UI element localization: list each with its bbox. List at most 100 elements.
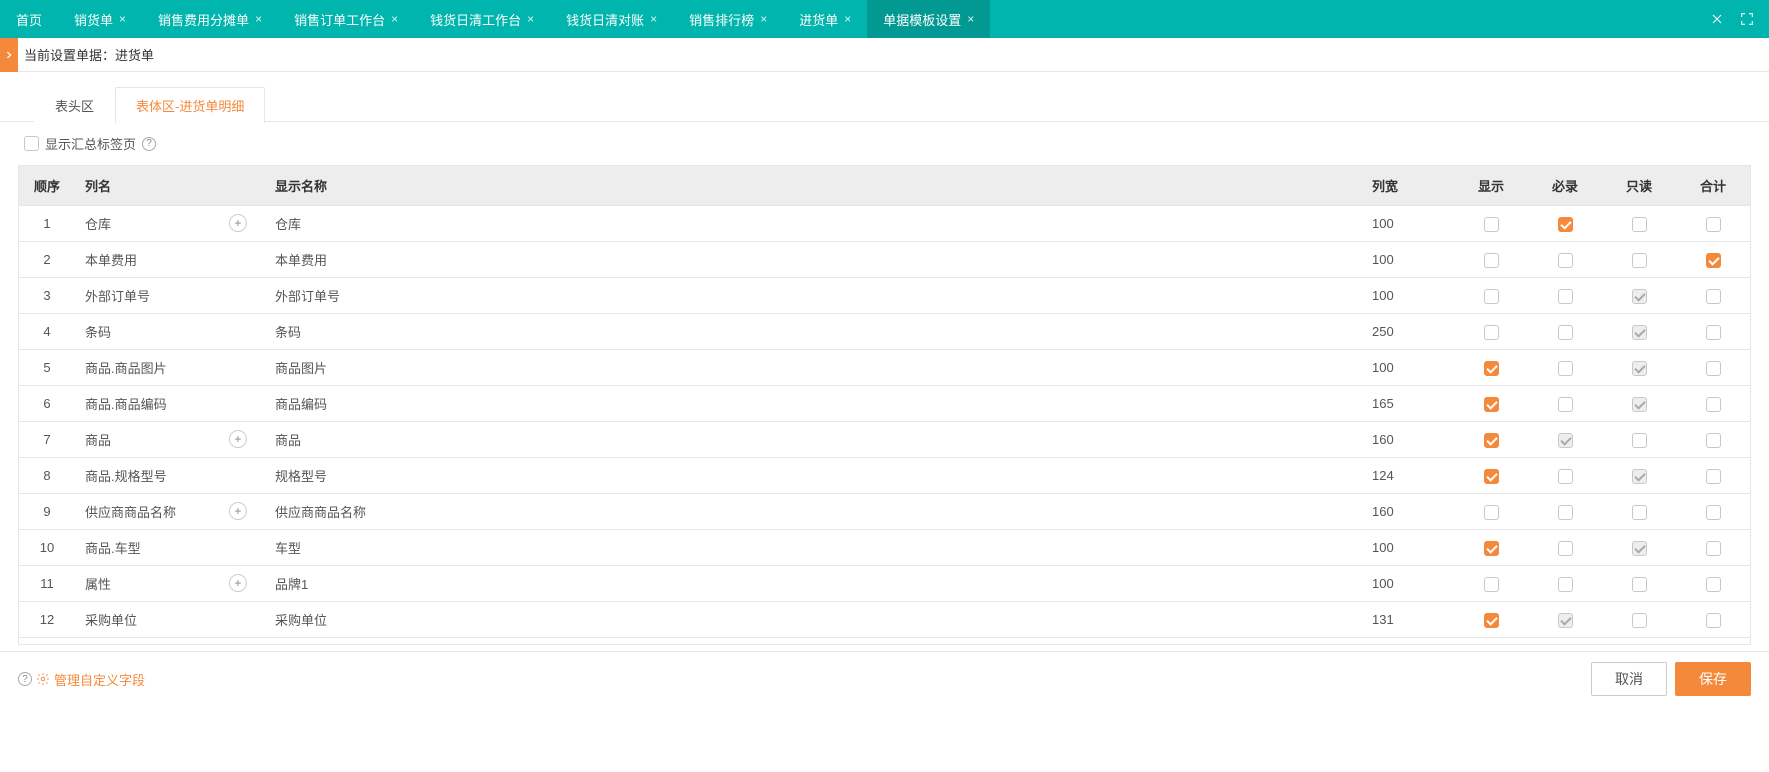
cell-width[interactable]: 100 [1362,350,1454,386]
cell-width[interactable]: 100 [1362,530,1454,566]
checkbox[interactable] [1706,469,1721,484]
checkbox[interactable] [1558,217,1573,232]
checkbox[interactable] [1558,505,1573,520]
show-summary-checkbox[interactable] [24,136,39,151]
footer-help-icon[interactable]: ? [18,672,32,686]
checkbox[interactable] [1484,397,1499,412]
checkbox[interactable] [1484,253,1499,268]
top-tab[interactable]: 钱货日清对账× [550,0,673,38]
cell-display[interactable]: 采购单位 [265,602,1362,638]
checkbox[interactable] [1706,613,1721,628]
table-row[interactable]: 11属性+品牌1100 [19,566,1750,602]
cell-width[interactable]: 131 [1362,602,1454,638]
checkbox[interactable] [1558,253,1573,268]
cell-display[interactable]: 商品编码 [265,386,1362,422]
checkbox[interactable] [1706,541,1721,556]
add-icon[interactable]: + [229,502,247,520]
checkbox[interactable] [1558,361,1573,376]
checkbox[interactable] [1558,469,1573,484]
cell-display[interactable]: 车型 [265,530,1362,566]
close-icon[interactable]: × [119,12,126,26]
top-tab[interactable]: 销售排行榜× [673,0,783,38]
cancel-button[interactable]: 取消 [1591,662,1667,696]
fullscreen-icon[interactable] [1739,11,1755,27]
close-all-tabs-icon[interactable] [1709,11,1725,27]
close-icon[interactable]: × [391,12,398,26]
top-tab[interactable]: 钱货日清工作台× [414,0,550,38]
checkbox[interactable] [1484,577,1499,592]
cell-width[interactable]: 250 [1362,314,1454,350]
inner-tab[interactable]: 表体区-进货单明细 [115,87,265,123]
add-icon[interactable]: + [229,430,247,448]
checkbox[interactable] [1706,217,1721,232]
checkbox[interactable] [1632,613,1647,628]
top-tab[interactable]: 销售费用分摊单× [142,0,278,38]
save-button[interactable]: 保存 [1675,662,1751,696]
checkbox[interactable] [1484,469,1499,484]
checkbox[interactable] [1706,397,1721,412]
table-row[interactable]: 8商品.规格型号规格型号124 [19,458,1750,494]
checkbox[interactable] [1706,361,1721,376]
checkbox[interactable] [1632,217,1647,232]
checkbox[interactable] [1484,217,1499,232]
add-icon[interactable]: + [229,574,247,592]
cell-width[interactable]: 160 [1362,494,1454,530]
cell-display[interactable]: 条码 [265,314,1362,350]
checkbox[interactable] [1706,253,1721,268]
table-row[interactable]: 6商品.商品编码商品编码165 [19,386,1750,422]
table-row[interactable]: 3外部订单号外部订单号100 [19,278,1750,314]
checkbox[interactable] [1484,505,1499,520]
checkbox[interactable] [1558,541,1573,556]
checkbox[interactable] [1706,325,1721,340]
cell-width[interactable]: 160 [1362,422,1454,458]
close-icon[interactable]: × [527,12,534,26]
close-icon[interactable]: × [844,12,851,26]
table-row[interactable]: 12采购单位采购单位131 [19,602,1750,638]
close-icon[interactable]: × [255,12,262,26]
cell-display[interactable]: 品牌1 [265,566,1362,602]
cell-width[interactable]: 100 [1362,638,1454,645]
top-tab[interactable]: 销售订单工作台× [278,0,414,38]
cell-width[interactable]: 100 [1362,278,1454,314]
top-tab[interactable]: 首页 [0,0,58,38]
cell-width[interactable]: 124 [1362,458,1454,494]
cell-display[interactable]: 规格型号 [265,458,1362,494]
close-icon[interactable]: × [760,12,767,26]
checkbox[interactable] [1706,505,1721,520]
checkbox[interactable] [1484,541,1499,556]
inner-tab[interactable]: 表头区 [34,87,115,123]
top-tab[interactable]: 单据模板设置× [867,0,990,38]
cell-display[interactable]: 商品 [265,422,1362,458]
cell-display[interactable]: 外部订单号 [265,278,1362,314]
checkbox[interactable] [1484,433,1499,448]
cell-display[interactable]: 本单费用 [265,242,1362,278]
table-row[interactable]: 2本单费用本单费用100 [19,242,1750,278]
checkbox[interactable] [1558,325,1573,340]
table-row[interactable]: 4条码条码250 [19,314,1750,350]
checkbox[interactable] [1632,253,1647,268]
cell-display[interactable]: 供应商商品名称 [265,494,1362,530]
cell-display[interactable]: 商品图片 [265,350,1362,386]
cell-width[interactable]: 165 [1362,386,1454,422]
close-icon[interactable]: × [967,12,974,26]
top-tab[interactable]: 销货单× [58,0,142,38]
table-row[interactable]: 13数量公式设置数量100 [19,638,1750,645]
checkbox[interactable] [1706,289,1721,304]
checkbox[interactable] [1632,577,1647,592]
checkbox[interactable] [1632,433,1647,448]
checkbox[interactable] [1484,361,1499,376]
checkbox[interactable] [1484,289,1499,304]
top-tab[interactable]: 进货单× [783,0,867,38]
table-row[interactable]: 10商品.车型车型100 [19,530,1750,566]
checkbox[interactable] [1558,397,1573,412]
table-row[interactable]: 7商品+商品160 [19,422,1750,458]
cell-width[interactable]: 100 [1362,206,1454,242]
cell-width[interactable]: 100 [1362,242,1454,278]
table-row[interactable]: 1仓库+仓库100 [19,206,1750,242]
checkbox[interactable] [1558,289,1573,304]
cell-width[interactable]: 100 [1362,566,1454,602]
checkbox[interactable] [1484,325,1499,340]
checkbox[interactable] [1558,577,1573,592]
checkbox[interactable] [1632,505,1647,520]
cell-display[interactable]: 数量 [265,638,1362,645]
